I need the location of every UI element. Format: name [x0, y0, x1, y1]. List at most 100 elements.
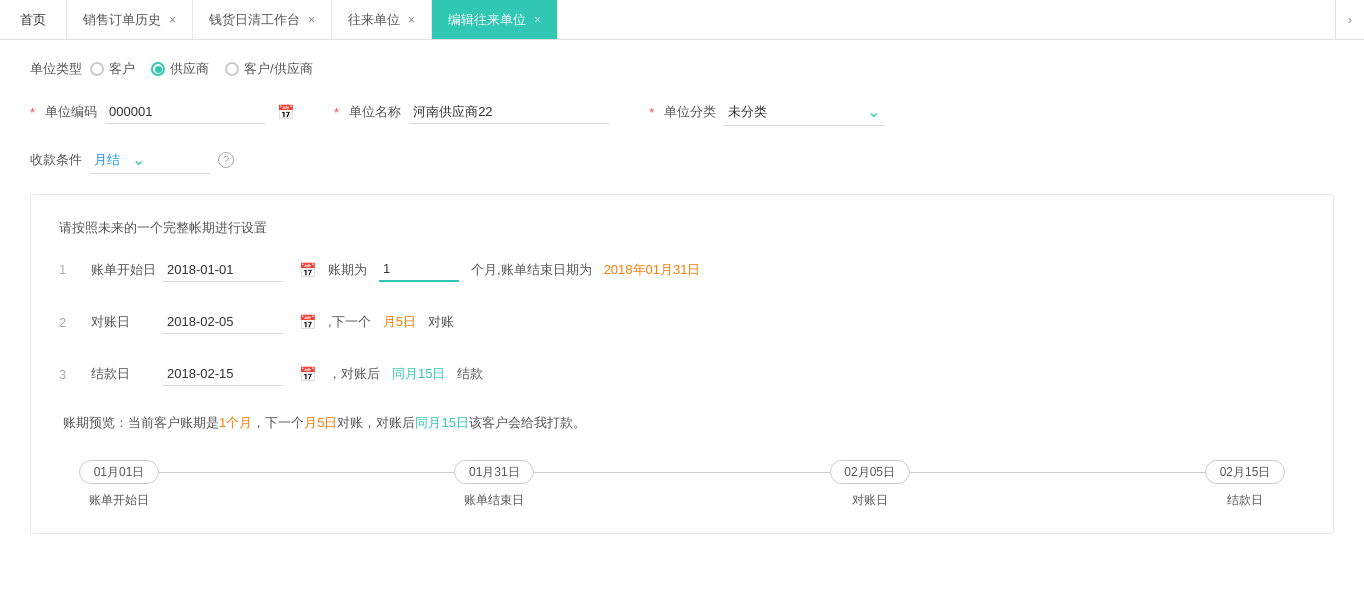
radio-both-circle [225, 62, 239, 76]
tab-cash-work-close[interactable]: × [308, 13, 315, 27]
timeline-item-0: 01月01日 账单开始日 [79, 460, 159, 509]
tab-bar: 首页 销售订单历史 × 钱货日清工作台 × 往来单位 × 编辑往来单位 × › [0, 0, 1364, 40]
unit-code-required: * [30, 105, 35, 120]
setting-row-2: 2 对账日 📅 ,下一个 月5日 对账 [59, 310, 1305, 334]
unit-type-radio-group: 客户 供应商 客户/供应商 [90, 60, 313, 78]
timeline-node-date-0: 01月01日 [94, 464, 145, 481]
tab-cash-work[interactable]: 钱货日清工作台 × [193, 0, 332, 39]
unit-code-input[interactable] [105, 100, 265, 124]
unit-category-required: * [649, 105, 654, 120]
payment-desc-before: ，对账后 [328, 365, 380, 383]
preview-middle2: 对账，对账后 [337, 415, 415, 430]
tab-sales-history-close[interactable]: × [169, 13, 176, 27]
start-date-input[interactable] [163, 258, 283, 282]
tab-edit-partner-label: 编辑往来单位 [448, 11, 526, 29]
timeline-item-1: 01月31日 账单结束日 [454, 460, 534, 509]
unit-name-label: 单位名称 [349, 103, 401, 121]
reconcile-date-calendar-icon[interactable]: 📅 [299, 314, 316, 330]
tab-edit-partner[interactable]: 编辑往来单位 × [432, 0, 558, 39]
start-date-calendar-icon[interactable]: 📅 [299, 262, 316, 278]
timeline-node-label-1: 账单结束日 [464, 492, 524, 509]
radio-supplier-circle [151, 62, 165, 76]
payment-terms-field: 收款条件 月结 ⌄ ? [30, 146, 234, 174]
reconcile-desc-after: 对账 [428, 313, 454, 331]
period-settings-box: 请按照未来的一个完整帐期进行设置 1 账单开始日 📅 账期为 个月,账单结束日期… [30, 194, 1334, 534]
radio-both-label: 客户/供应商 [244, 60, 313, 78]
payment-terms-select[interactable]: 月结 ⌄ [90, 146, 210, 174]
payment-terms-dropdown-icon: ⌄ [132, 150, 145, 169]
timeline-node-label-0: 账单开始日 [89, 492, 149, 509]
timeline-node-date-1: 01月31日 [469, 464, 520, 481]
payment-terms-row: 收款条件 月结 ⌄ ? [30, 146, 1334, 174]
radio-both[interactable]: 客户/供应商 [225, 60, 313, 78]
radio-supplier[interactable]: 供应商 [151, 60, 209, 78]
tab-edit-partner-close[interactable]: × [534, 13, 541, 27]
period-end-date: 2018年01月31日 [604, 261, 701, 279]
timeline-node-date-3: 02月15日 [1220, 464, 1271, 481]
radio-supplier-inner [155, 66, 162, 73]
row-label-1: 账单开始日 [91, 261, 151, 279]
main-content: 单位类型 客户 供应商 客户/供应商 [0, 40, 1364, 608]
setting-row-1: 1 账单开始日 📅 账期为 个月,账单结束日期为 2018年01月31日 [59, 257, 1305, 282]
tab-partner-close[interactable]: × [408, 13, 415, 27]
timeline-node-date-2: 02月05日 [844, 464, 895, 481]
tab-partner[interactable]: 往来单位 × [332, 0, 432, 39]
radio-supplier-label: 供应商 [170, 60, 209, 78]
timeline-node-2: 02月05日 [830, 460, 910, 484]
radio-customer-label: 客户 [109, 60, 135, 78]
unit-category-dropdown-icon: ⌄ [867, 102, 880, 121]
preview-text: 账期预览：当前客户账期是1个月，下一个月5日对账，对账后同月15日该客户会给我打… [59, 414, 1305, 432]
timeline-container: 01月01日 账单开始日 01月31日 账单结束日 02月05日 对账日 [59, 460, 1305, 509]
timeline-node-3: 02月15日 [1205, 460, 1285, 484]
payment-terms-value: 月结 [94, 151, 120, 169]
row-num-2: 2 [59, 315, 79, 330]
preview-suffix: 该客户会给我打款。 [469, 415, 586, 430]
unit-code-field: * 单位编码 📅 [30, 100, 294, 124]
row-label-3: 结款日 [91, 365, 151, 383]
unit-name-field: * 单位名称 [334, 100, 609, 124]
unit-code-calendar-icon[interactable]: 📅 [277, 104, 294, 120]
timeline-item-2: 02月05日 对账日 [830, 460, 910, 509]
unit-code-label: 单位编码 [45, 103, 97, 121]
unit-category-label: 单位分类 [664, 103, 716, 121]
payment-date-input[interactable] [163, 362, 283, 386]
tab-partner-label: 往来单位 [348, 11, 400, 29]
period-label: 账期为 [328, 261, 367, 279]
payment-terms-help-icon[interactable]: ? [218, 152, 234, 168]
tab-home[interactable]: 首页 [0, 0, 67, 39]
tab-cash-work-label: 钱货日清工作台 [209, 11, 300, 29]
preview-prefix: 账期预览：当前客户账期是 [63, 415, 219, 430]
reconcile-desc-before: ,下一个 [328, 313, 371, 331]
tab-sales-history-label: 销售订单历史 [83, 11, 161, 29]
radio-customer[interactable]: 客户 [90, 60, 135, 78]
timeline-node-0: 01月01日 [79, 460, 159, 484]
unit-type-label: 单位类型 [30, 60, 82, 78]
setting-row-3: 3 结款日 📅 ，对账后 同月15日 结款 [59, 362, 1305, 386]
unit-name-required: * [334, 105, 339, 120]
unit-name-input[interactable] [409, 100, 609, 124]
row-num-1: 1 [59, 262, 79, 277]
unit-info-row: * 单位编码 📅 * 单位名称 * 单位分类 未分类 ⌄ [30, 98, 1334, 126]
payment-date-calendar-icon[interactable]: 📅 [299, 366, 316, 382]
period-unit: 个月,账单结束日期为 [471, 261, 592, 279]
reconcile-desc-highlight: 月5日 [383, 313, 416, 331]
unit-type-row: 单位类型 客户 供应商 客户/供应商 [30, 60, 1334, 78]
period-value-input[interactable] [379, 257, 459, 282]
payment-terms-label: 收款条件 [30, 151, 82, 169]
preview-middle1: ，下一个 [252, 415, 304, 430]
reconcile-date-input[interactable] [163, 310, 283, 334]
timeline-node-1: 01月31日 [454, 460, 534, 484]
preview-highlight3: 同月15日 [415, 415, 468, 430]
timeline-item-3: 02月15日 结款日 [1205, 460, 1285, 509]
payment-desc-highlight: 同月15日 [392, 365, 445, 383]
unit-category-select[interactable]: 未分类 ⌄ [724, 98, 884, 126]
tab-sales-history[interactable]: 销售订单历史 × [67, 0, 193, 39]
tab-overflow-arrow[interactable]: › [1335, 0, 1364, 39]
row-num-3: 3 [59, 367, 79, 382]
radio-customer-circle [90, 62, 104, 76]
row-label-2: 对账日 [91, 313, 151, 331]
preview-highlight2: 月5日 [304, 415, 337, 430]
payment-desc-after: 结款 [457, 365, 483, 383]
preview-highlight1: 1个月 [219, 415, 252, 430]
section-title: 请按照未来的一个完整帐期进行设置 [59, 219, 1305, 237]
